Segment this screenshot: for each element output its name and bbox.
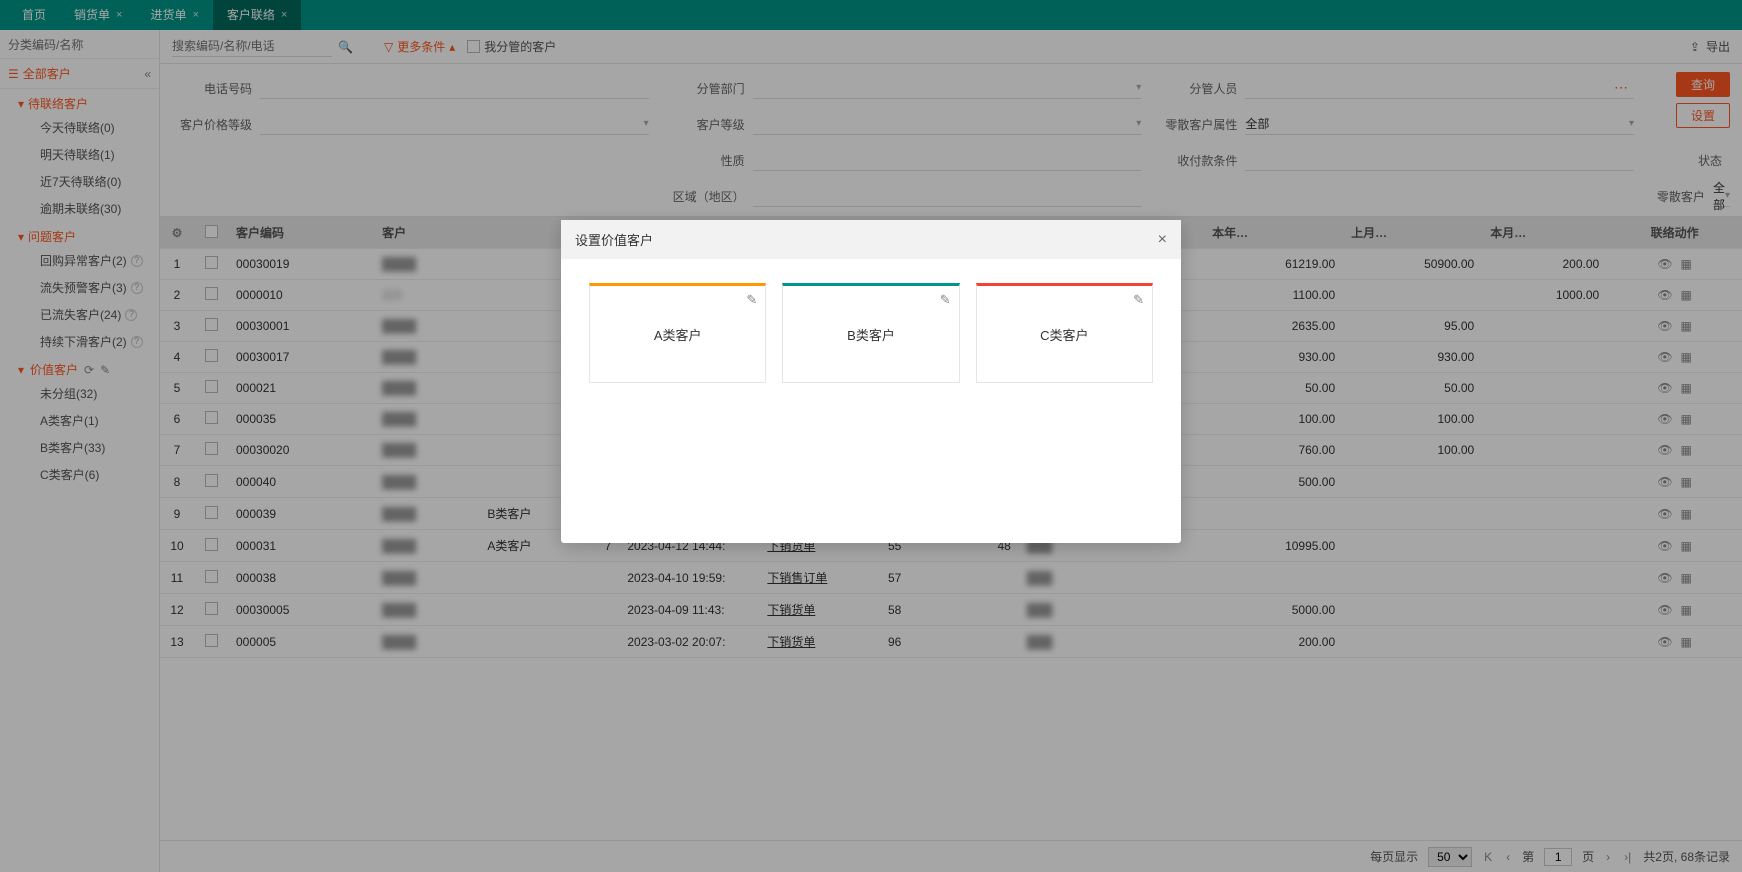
edit-icon[interactable]: ✎ — [746, 292, 757, 308]
edit-icon[interactable]: ✎ — [940, 292, 951, 308]
modal-overlay[interactable]: 设置价值客户 × ✎ A类客户 ✎ B类客户 ✎ C类客户 — [0, 0, 1742, 872]
card-class-c[interactable]: ✎ C类客户 — [976, 283, 1153, 383]
value-customer-modal: 设置价值客户 × ✎ A类客户 ✎ B类客户 ✎ C类客户 — [561, 220, 1181, 543]
modal-title: 设置价值客户 — [575, 230, 653, 249]
close-icon[interactable]: × — [1158, 231, 1167, 249]
edit-icon[interactable]: ✎ — [1133, 292, 1144, 308]
card-class-a[interactable]: ✎ A类客户 — [589, 283, 766, 383]
card-class-b[interactable]: ✎ B类客户 — [782, 283, 959, 383]
